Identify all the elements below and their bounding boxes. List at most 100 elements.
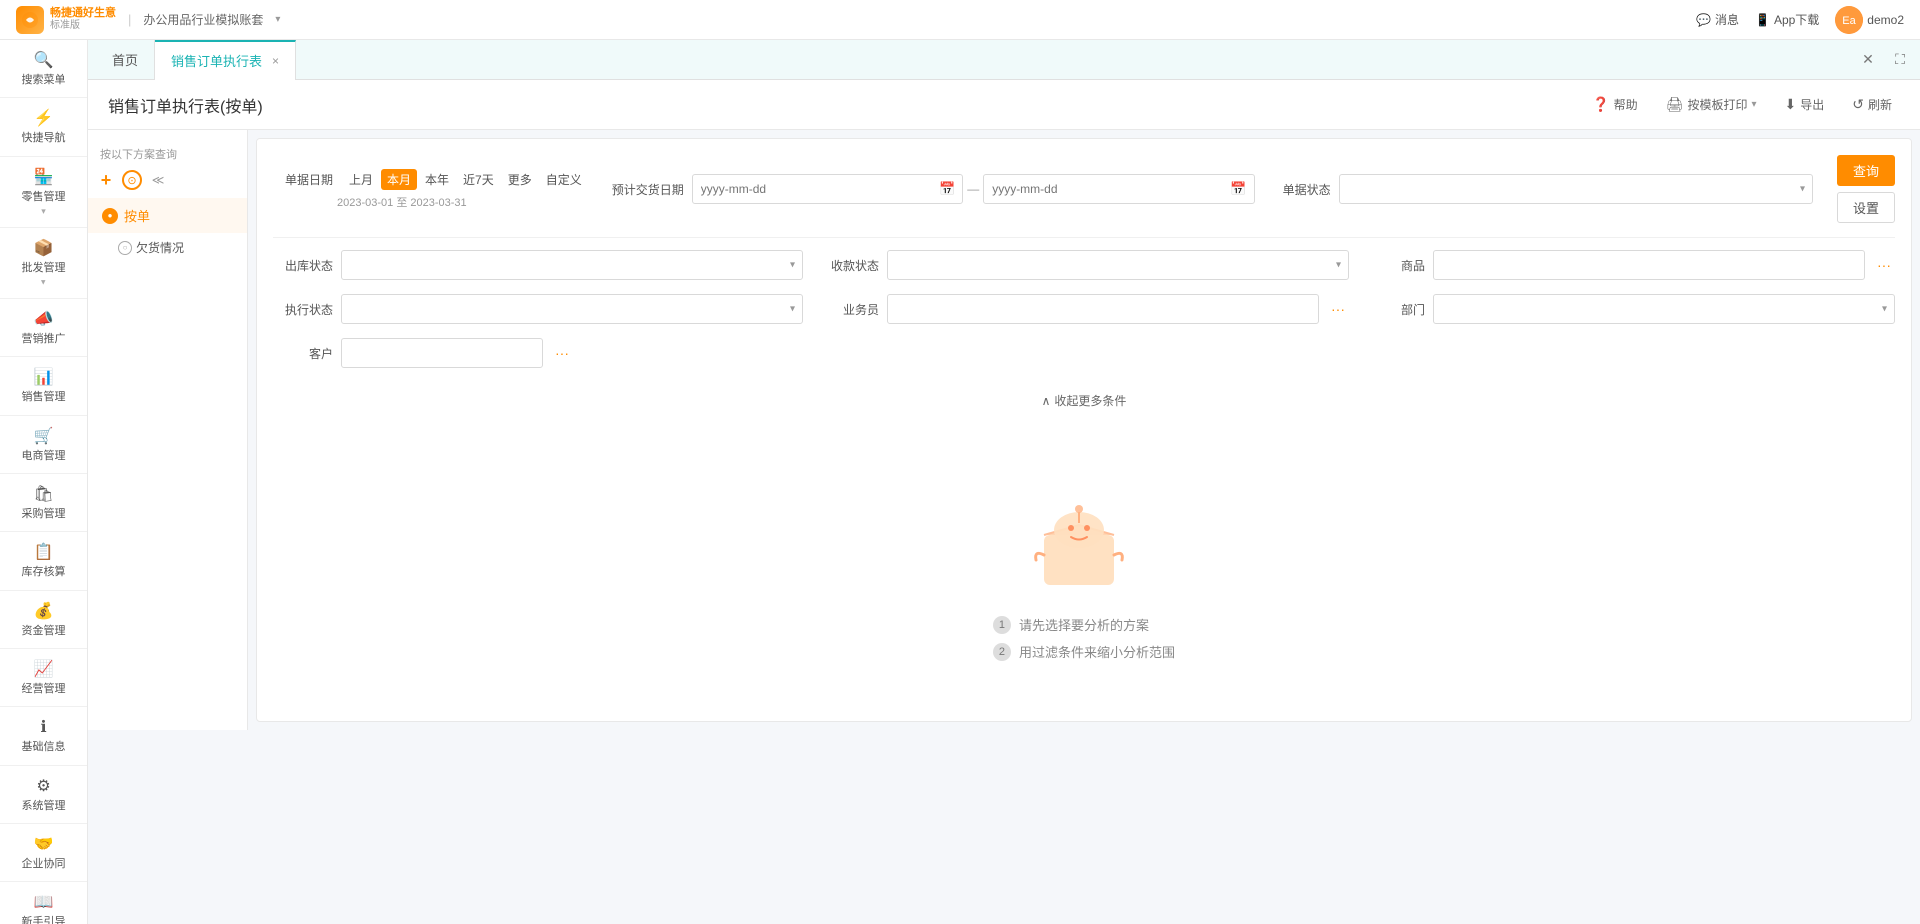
- empty-step-2: 2 用过滤条件来缩小分析范围: [993, 642, 1175, 661]
- filter-department: 部门 ▾: [1365, 294, 1895, 324]
- out-status-select-wrap: 已出库 未出库 ▾: [341, 250, 803, 280]
- more-date-btn[interactable]: 更多: [502, 169, 538, 190]
- scheme-item-order[interactable]: ● 按单: [88, 198, 247, 233]
- tab-home[interactable]: 首页: [96, 40, 155, 80]
- filter-date-group: 单据日期 上月 本月 本年 近7天 更多 自定义: [273, 169, 588, 210]
- expected-date-start[interactable]: [692, 174, 963, 204]
- sidebar-item-wholesale[interactable]: 📦 批发管理 ▴: [0, 228, 87, 299]
- filter-row-2: 出库状态 已出库 未出库 ▾: [273, 250, 1895, 280]
- out-status-select[interactable]: 已出库 未出库: [341, 250, 803, 280]
- collapse-panel-btn[interactable]: ≪: [148, 170, 168, 190]
- sidebar-item-guide[interactable]: 📖 新手引导: [0, 882, 87, 924]
- user-menu[interactable]: Ea demo2: [1835, 6, 1904, 34]
- system-icon: ⚙: [36, 776, 50, 796]
- customer-more-btn[interactable]: ···: [551, 345, 573, 361]
- main-layout: 🔍 搜索菜单 ⚡ 快捷导航 🏪 零售管理 ▾ 📦 批发管理 ▴ 📣 营销推广 📊…: [0, 40, 1920, 924]
- sidebar-item-finance[interactable]: 💰 资金管理: [0, 591, 87, 649]
- sidebar-item-ecommerce[interactable]: 🛒 电商管理: [0, 416, 87, 474]
- cur-month-btn[interactable]: 本月: [381, 169, 417, 190]
- print-dropdown-icon: ▾: [1751, 99, 1756, 110]
- scheme-sub-shortage[interactable]: ○ 欠货情况: [88, 233, 247, 262]
- filter-divider-1: [273, 237, 1895, 238]
- sidebar-item-purchase[interactable]: 🛍 采购管理: [0, 474, 87, 532]
- export-icon: ⬇: [1785, 96, 1797, 113]
- purchase-icon: 🛍: [33, 484, 53, 504]
- customer-input[interactable]: [341, 338, 543, 368]
- logo-text: 畅捷通好生意 标准版: [50, 7, 116, 32]
- sidebar-item-quicknav[interactable]: ⚡ 快捷导航: [0, 98, 87, 156]
- department-label: 部门: [1365, 301, 1425, 318]
- tab-close-btn[interactable]: ×: [272, 54, 279, 68]
- sidebar-item-basic[interactable]: ℹ 基础信息: [0, 707, 87, 765]
- tab-sales-order[interactable]: 销售订单执行表 ×: [155, 40, 296, 80]
- refresh-btn[interactable]: ↺ 刷新: [1844, 92, 1900, 117]
- tab-expand-btn[interactable]: ⛶: [1888, 48, 1912, 72]
- department-select[interactable]: [1433, 294, 1895, 324]
- sidebar-item-retail[interactable]: 🏪 零售管理 ▾: [0, 157, 87, 228]
- filter-row-3: 执行状态 执行中 已完成 ▾: [273, 294, 1895, 324]
- scheme-sub-icon: ○: [118, 241, 132, 255]
- goods-input[interactable]: [1433, 250, 1865, 280]
- filter-salesperson: 业务员 ···: [819, 294, 1349, 324]
- collapse-more-btn[interactable]: ∧ 收起更多条件: [273, 382, 1895, 419]
- empty-steps: 1 请先选择要分析的方案 2 用过滤条件来缩小分析范围: [993, 615, 1175, 661]
- search-btn[interactable]: 查询: [1837, 155, 1895, 186]
- marketing-icon: 📣: [34, 309, 54, 329]
- scheme-active-dot: ●: [102, 208, 118, 224]
- basic-icon: ℹ: [40, 717, 46, 737]
- sidebar-item-inventory[interactable]: 📋 库存核算: [0, 532, 87, 590]
- filter-area: 单据日期 上月 本月 本年 近7天 更多 自定义: [257, 139, 1911, 435]
- out-status-label: 出库状态: [273, 257, 333, 274]
- cur-year-btn[interactable]: 本年: [419, 169, 455, 190]
- single-status-select[interactable]: 草稿 已审核 已关闭: [1339, 174, 1813, 204]
- print-btn[interactable]: 🖨 按模板打印 ▾: [1658, 92, 1765, 117]
- breadcrumb-separator: |: [128, 12, 131, 27]
- sidebar-item-search[interactable]: 🔍 搜索菜单: [0, 40, 87, 98]
- help-btn[interactable]: ❓ 帮助: [1584, 92, 1645, 117]
- left-panel-header: 按以下方案查询: [88, 142, 247, 170]
- app-dropdown-icon[interactable]: ▾: [275, 14, 280, 25]
- export-btn[interactable]: ⬇ 导出: [1777, 92, 1833, 117]
- page-title: 销售订单执行表(按单): [108, 93, 263, 117]
- date-quick-btns: 上月 本月 本年 近7天 更多 自定义: [343, 169, 588, 190]
- guide-icon: 📖: [34, 892, 54, 912]
- sidebar-item-business[interactable]: 📈 经营管理: [0, 649, 87, 707]
- wholesale-arrow-icon: ▴: [41, 277, 46, 288]
- sidebar-item-system[interactable]: ⚙ 系统管理: [0, 766, 87, 824]
- message-btn[interactable]: 💬 消息: [1696, 11, 1739, 28]
- sidebar-item-marketing[interactable]: 📣 营销推广: [0, 299, 87, 357]
- tab-minimize-btn[interactable]: ✕: [1856, 48, 1880, 72]
- app-download-btn[interactable]: 📱 App下载: [1755, 11, 1819, 28]
- custom-date-btn[interactable]: 自定义: [540, 169, 588, 190]
- payment-status-select[interactable]: 已收款 未收款: [887, 250, 1349, 280]
- goods-more-btn[interactable]: ···: [1873, 257, 1895, 273]
- date-range-text: 2023-03-01 至 2023-03-31: [337, 197, 467, 209]
- top-bar-right: 💬 消息 📱 App下载 Ea demo2: [1696, 6, 1904, 34]
- sidebar-item-sales[interactable]: 📊 销售管理: [0, 357, 87, 415]
- sidebar-item-collab[interactable]: 🤝 企业协同: [0, 824, 87, 882]
- expected-date-end[interactable]: [983, 174, 1254, 204]
- exec-status-select-wrap: 执行中 已完成 ▾: [341, 294, 803, 324]
- add-scheme-btn[interactable]: +: [96, 170, 116, 190]
- filter-customer: 客户 ···: [273, 338, 573, 368]
- collab-icon: 🤝: [34, 834, 54, 854]
- content-area: 首页 销售订单执行表 × ✕ ⛶ 销售订单执行表(按单): [88, 40, 1920, 924]
- salesperson-more-btn[interactable]: ···: [1327, 301, 1349, 317]
- filter-single-status: 单据状态 草稿 已审核 已关闭 ▾: [1271, 174, 1813, 204]
- salesperson-input[interactable]: [887, 294, 1319, 324]
- exec-status-select[interactable]: 执行中 已完成: [341, 294, 803, 324]
- prev-month-btn[interactable]: 上月: [343, 169, 379, 190]
- settings-btn[interactable]: 设置: [1837, 192, 1895, 223]
- tab-bar: 首页 销售订单执行表 × ✕ ⛶: [88, 40, 1920, 80]
- search-action-btns: 查询 设置: [1829, 155, 1895, 223]
- page-header: 销售订单执行表(按单) ❓ 帮助 🖨 按模板打印 ▾ ⬇ 导出: [88, 80, 1920, 130]
- filter-goods: 商品 ···: [1365, 250, 1895, 280]
- tab-bar-actions: ✕ ⛶: [1856, 48, 1912, 72]
- date-label: 单据日期: [273, 171, 333, 188]
- left-panel: 按以下方案查询 + ⊙ ≪ ● 按单 ○ 欠货情况: [88, 130, 248, 730]
- copy-scheme-btn[interactable]: ⊙: [122, 170, 142, 190]
- retail-arrow-icon: ▾: [41, 206, 46, 217]
- finance-icon: 💰: [34, 601, 54, 621]
- 7days-btn[interactable]: 近7天: [457, 169, 500, 190]
- message-icon: 💬: [1696, 13, 1711, 27]
